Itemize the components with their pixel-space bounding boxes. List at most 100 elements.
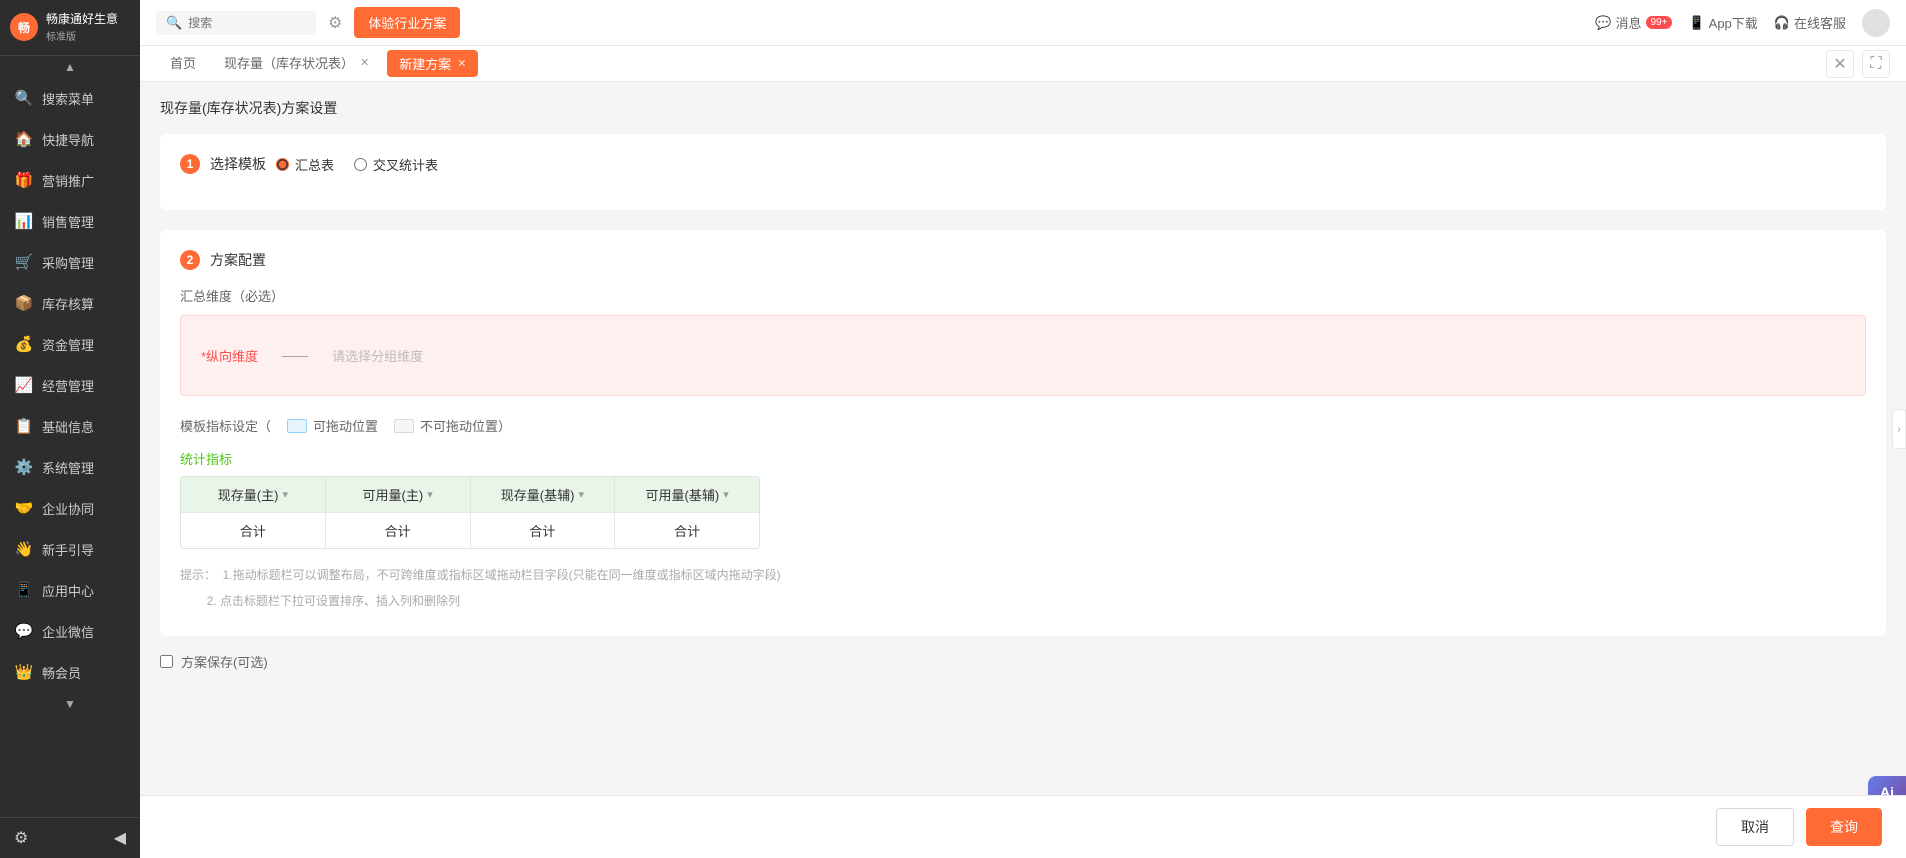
radio-summary[interactable]: 汇总表 [276, 155, 334, 174]
query-button[interactable]: 查询 [1806, 808, 1882, 846]
sidebar-item-inventory[interactable]: 📦 库存核算 [0, 283, 140, 324]
expand-window-button[interactable]: ⛶ [1862, 50, 1890, 78]
tab-home[interactable]: 首页 [156, 45, 210, 82]
cell-0-1: 合计 [326, 513, 471, 548]
sidebar-item-label: 采购管理 [42, 253, 94, 272]
template-indicator-label: 模板指标设定（ [180, 416, 271, 435]
tabbar: 首页 现存量（库存状况表） ✕ 新建方案 ✕ ✕ ⛶ [140, 46, 1906, 82]
stats-table-header: 现存量(主) ▾ 可用量(主) ▾ 现存量(基辅) ▾ 可用量(基辅) ▾ [181, 477, 759, 512]
sidebar-item-sales[interactable]: 📊 销售管理 [0, 201, 140, 242]
sidebar-item-label: 企业微信 [42, 622, 94, 641]
sidebar-scroll-up[interactable]: ▲ [0, 56, 140, 78]
tab-inventory[interactable]: 现存量（库存状况表） ✕ [210, 45, 383, 82]
sidebar-item-operations[interactable]: 📈 经营管理 [0, 365, 140, 406]
cancel-button[interactable]: 取消 [1716, 808, 1794, 846]
tab-new-plan-label: 新建方案 [399, 54, 451, 73]
cell-0-2: 合计 [471, 513, 616, 548]
dimension-selector[interactable]: *纵向维度 —— 请选择分组维度 [180, 315, 1866, 396]
message-icon: 💬 [1595, 15, 1611, 31]
save-checkbox-label: 方案保存(可选) [181, 652, 268, 671]
step2-section: 2 方案配置 汇总维度（必选） *纵向维度 —— 请选择分组维度 模板指标设定（… [160, 230, 1886, 636]
sidebar-item-enterprise-wechat[interactable]: 💬 企业微信 [0, 611, 140, 652]
col-chevron-1[interactable]: ▾ [427, 488, 433, 501]
sidebar-item-search[interactable]: 🔍 搜索菜单 [0, 78, 140, 119]
online-service-button[interactable]: 🎧 在线客服 [1774, 13, 1846, 32]
col-header-0: 现存量(主) ▾ [181, 477, 326, 512]
sidebar-item-system[interactable]: ⚙️ 系统管理 [0, 447, 140, 488]
radio-summary-input[interactable] [276, 158, 289, 171]
col-chevron-0[interactable]: ▾ [282, 488, 288, 501]
close-window-button[interactable]: ✕ [1826, 50, 1854, 78]
col-label-1[interactable]: 可用量(主) [363, 485, 424, 504]
radio-crosstab-label: 交叉统计表 [373, 155, 438, 174]
tip-0: 提示： 1.拖动标题栏可以调整布局，不可跨维度或指标区域拖动栏目字段(只能在同一… [180, 565, 1866, 587]
sidebar-scroll: ▲ 🔍 搜索菜单 🏠 快捷导航 🎁 营销推广 📊 销售管理 🛒 采购管理 📦 库… [0, 56, 140, 817]
col-label-0[interactable]: 现存量(主) [218, 485, 279, 504]
no-drag-indicator: 不可拖动位置） [394, 416, 511, 435]
right-collapse-button[interactable]: › [1892, 409, 1906, 449]
save-checkbox[interactable] [160, 655, 173, 668]
search-input[interactable] [188, 16, 288, 30]
col-chevron-2[interactable]: ▾ [578, 488, 584, 501]
sidebar-item-marketing[interactable]: 🎁 营销推广 [0, 160, 140, 201]
tab-new-plan[interactable]: 新建方案 ✕ [387, 50, 478, 77]
money-icon: 💰 [14, 335, 34, 353]
sidebar-item-purchase[interactable]: 🛒 采购管理 [0, 242, 140, 283]
window-controls: ✕ ⛶ [1826, 50, 1890, 78]
col-header-3: 可用量(基辅) ▾ [615, 477, 759, 512]
sidebar-item-quick-nav[interactable]: 🏠 快捷导航 [0, 119, 140, 160]
messages-button[interactable]: 💬 消息 99+ [1595, 13, 1672, 32]
drag-box-icon [287, 419, 307, 433]
step1-section: 1 选择模板 汇总表 交叉统计表 [160, 134, 1886, 210]
topbar-left: 🔍 ⚙ 体验行业方案 [156, 7, 460, 38]
col-label-2[interactable]: 现存量(基辅) [501, 485, 575, 504]
no-drag-box-icon [394, 419, 414, 433]
messages-badge: 99+ [1646, 16, 1673, 29]
sidebar-footer: ⚙ ◀ [0, 817, 140, 858]
sidebar-item-label: 库存核算 [42, 294, 94, 313]
trending-icon: 📈 [14, 376, 34, 394]
topbar: 🔍 ⚙ 体验行业方案 💬 消息 99+ 📱 App下载 🎧 在线客服 [140, 0, 1906, 46]
step1-header: 1 选择模板 汇总表 交叉统计表 [180, 154, 1866, 174]
tab-new-plan-close[interactable]: ✕ [457, 57, 466, 70]
trial-button[interactable]: 体验行业方案 [354, 7, 460, 38]
sidebar-item-membership[interactable]: 👑 畅会员 [0, 652, 140, 693]
gift-icon: 🎁 [14, 171, 34, 189]
sidebar-item-base-info[interactable]: 📋 基础信息 [0, 406, 140, 447]
step1-number: 1 [180, 154, 200, 174]
gear-icon: ⚙️ [14, 458, 34, 476]
col-chevron-3[interactable]: ▾ [723, 488, 729, 501]
col-label-3[interactable]: 可用量(基辅) [646, 485, 720, 504]
tab-inventory-close[interactable]: ✕ [360, 56, 369, 69]
content-area: 现存量(库存状况表)方案设置 1 选择模板 汇总表 交叉统计表 [140, 82, 1906, 858]
sidebar-item-cooperation[interactable]: 🤝 企业协同 [0, 488, 140, 529]
search-box: 🔍 [156, 11, 316, 35]
sidebar-item-finance[interactable]: 💰 资金管理 [0, 324, 140, 365]
sidebar-item-app-center[interactable]: 📱 应用中心 [0, 570, 140, 611]
search-icon: 🔍 [14, 89, 34, 107]
col-header-1: 可用量(主) ▾ [326, 477, 471, 512]
tab-inventory-label: 现存量（库存状况表） [224, 53, 354, 72]
radio-crosstab[interactable]: 交叉统计表 [354, 155, 438, 174]
main-area: 🔍 ⚙ 体验行业方案 💬 消息 99+ 📱 App下载 🎧 在线客服 [140, 0, 1906, 858]
crown-icon: 👑 [14, 663, 34, 681]
sidebar-item-label: 企业协同 [42, 499, 94, 518]
save-checkbox-section: 方案保存(可选) [160, 652, 1886, 671]
settings-icon-topbar[interactable]: ⚙ [328, 13, 342, 33]
step2-title: 方案配置 [210, 250, 266, 270]
radio-crosstab-input[interactable] [354, 158, 367, 171]
stats-table-row-0: 合计 合计 合计 合计 [181, 512, 759, 548]
cart-icon: 🛒 [14, 253, 34, 271]
sidebar-scroll-down[interactable]: ▼ [0, 693, 140, 715]
dimension-placeholder: 请选择分组维度 [332, 346, 423, 365]
cell-0-3: 合计 [615, 513, 759, 548]
user-avatar[interactable] [1862, 9, 1890, 37]
tips-section: 提示： 1.拖动标题栏可以调整布局，不可跨维度或指标区域拖动栏目字段(只能在同一… [180, 565, 1866, 612]
app-download-button[interactable]: 📱 App下载 [1688, 13, 1757, 32]
messages-label: 消息 [1615, 13, 1641, 32]
settings-footer-icon[interactable]: ⚙ [14, 828, 28, 848]
sidebar-item-new-guide[interactable]: 👋 新手引导 [0, 529, 140, 570]
dimension-dash: —— [282, 348, 308, 363]
collapse-icon[interactable]: ◀ [114, 828, 126, 848]
box-icon: 📦 [14, 294, 34, 312]
